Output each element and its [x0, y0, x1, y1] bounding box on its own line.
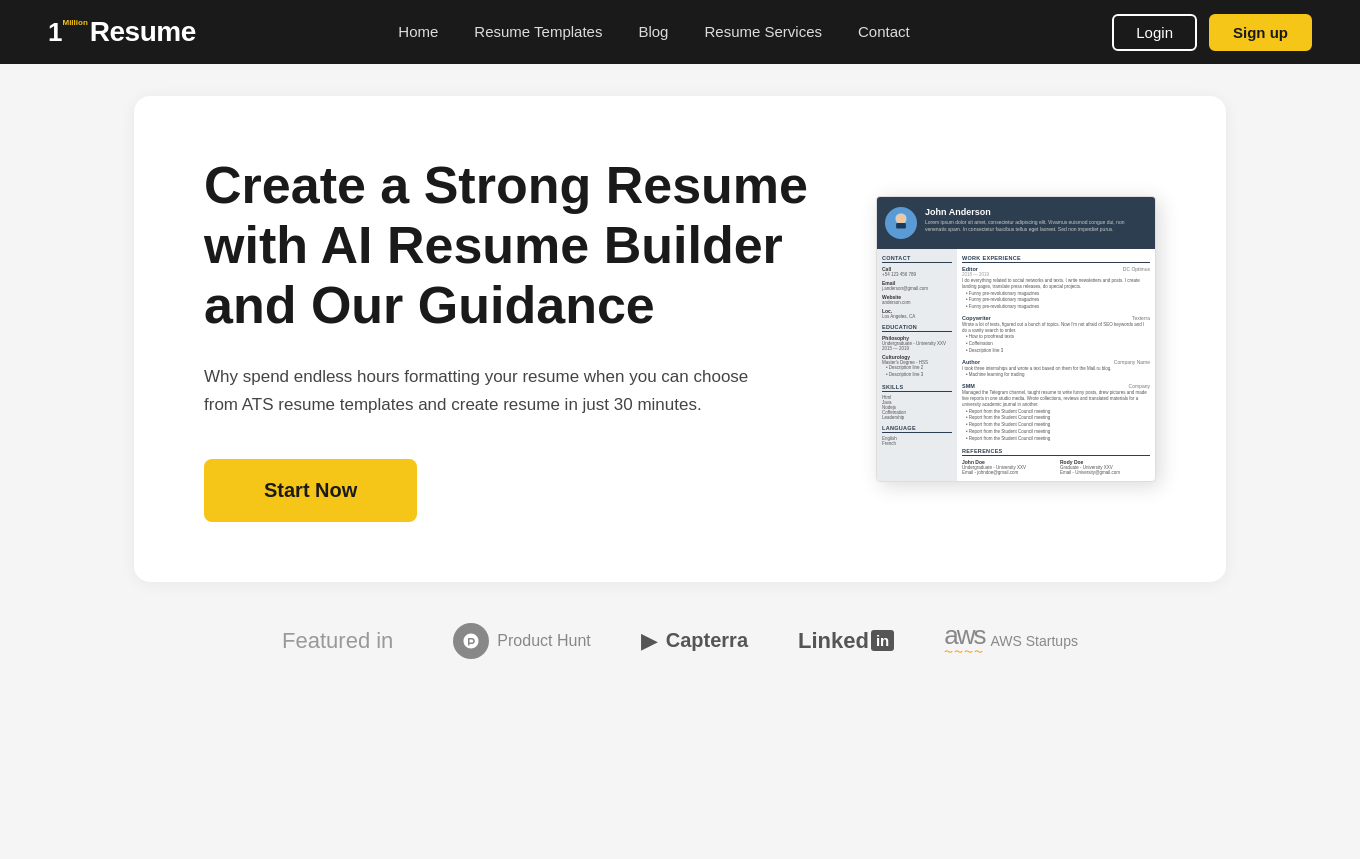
resume-left-column: CONTACT Call +54 123 456 789 Email j.and…: [877, 249, 957, 481]
contact-website: Website anderson.com: [882, 294, 952, 305]
hero-title: Create a Strong Resume with AI Resume Bu…: [204, 156, 836, 335]
nav-actions: Login Sign up: [1112, 14, 1312, 51]
language-section-title: LANGUAGE: [882, 425, 952, 433]
exp-smm: SMM Company Managed the Telegram channel…: [962, 383, 1150, 443]
logo[interactable]: 1 Million Resume: [48, 16, 196, 48]
exp-author: Author Company Name I took three interns…: [962, 359, 1150, 379]
signup-button[interactable]: Sign up: [1209, 14, 1312, 51]
hero-content: Create a Strong Resume with AI Resume Bu…: [204, 156, 836, 522]
resume-right-column: WORK EXPERIENCE Editor DC Optimus 2018 —…: [957, 249, 1155, 481]
resume-tagline: Lorem ipsum dolor sit amet, consectetur …: [925, 219, 1147, 233]
featured-label: Featured in: [282, 628, 393, 654]
nav-services[interactable]: Resume Services: [704, 23, 822, 40]
hero-subtitle: Why spend endless hours formatting your …: [204, 363, 764, 419]
linkedin-logo: Linked in: [798, 628, 894, 654]
capterra-logo: ▶ Capterra: [641, 628, 748, 654]
featured-logos: Product Hunt ▶ Capterra Linked in aws 〜〜…: [453, 622, 1078, 659]
svg-rect-3: [896, 223, 906, 229]
education-section-title: EDUCATION: [882, 324, 952, 332]
work-section-title: WORK EXPERIENCE: [962, 255, 1150, 263]
resume-header: John Anderson Lorem ipsum dolor sit amet…: [877, 197, 1155, 249]
ref-2: Rody Doe Graduate - University XXV Email…: [1060, 459, 1150, 475]
skills-section-title: SKILLS: [882, 384, 952, 392]
ref-1: John Doe Undergraduate - University XXV …: [962, 459, 1052, 475]
producthunt-logo: Product Hunt: [453, 623, 590, 659]
edu-item-1: Philosophy Undergraduate - University XX…: [882, 335, 952, 351]
producthunt-icon: [453, 623, 489, 659]
exp-copywriter: Copywriter Texterra Wrote a lot of texts…: [962, 315, 1150, 355]
resume-body: CONTACT Call +54 123 456 789 Email j.and…: [877, 249, 1155, 481]
skill-leadership: Leadership: [882, 415, 952, 420]
nav-home[interactable]: Home: [398, 23, 438, 40]
nav-templates[interactable]: Resume Templates: [474, 23, 602, 40]
main-wrapper: Create a Strong Resume with AI Resume Bu…: [110, 96, 1250, 582]
logo-number: 1: [48, 17, 62, 48]
edu-item-2: Culturology Master's Degree - HSS Descri…: [882, 354, 952, 379]
capterra-icon: ▶: [641, 628, 658, 654]
start-now-button[interactable]: Start Now: [204, 459, 417, 522]
references-section-title: REFERENCES: [962, 448, 1150, 456]
logo-million: Million: [62, 19, 87, 27]
resume-name: John Anderson: [925, 207, 1147, 217]
navbar: 1 Million Resume Home Resume Templates B…: [0, 0, 1360, 64]
contact-location: Loc. Los Angeles, CA: [882, 308, 952, 319]
resume-card: John Anderson Lorem ipsum dolor sit amet…: [876, 196, 1156, 482]
resume-preview: John Anderson Lorem ipsum dolor sit amet…: [876, 196, 1156, 482]
featured-section: Featured in Product Hunt ▶ Capterra Link…: [110, 622, 1250, 659]
login-button[interactable]: Login: [1112, 14, 1197, 51]
lang-french: French: [882, 441, 952, 446]
contact-email: Email j.anderson@gmail.com: [882, 280, 952, 291]
exp-editor: Editor DC Optimus 2018 — 2019 I do every…: [962, 266, 1150, 311]
nav-contact[interactable]: Contact: [858, 23, 910, 40]
resume-name-block: John Anderson Lorem ipsum dolor sit amet…: [925, 207, 1147, 233]
aws-logo: aws 〜〜〜〜 AWS Startups: [944, 622, 1078, 659]
aws-wave-icon: 〜〜〜〜: [944, 646, 984, 659]
nav-blog[interactable]: Blog: [638, 23, 668, 40]
aws-text: aws: [944, 622, 984, 648]
logo-brand: Resume: [90, 16, 196, 48]
avatar: [885, 207, 917, 239]
svg-point-2: [896, 214, 906, 224]
nav-links: Home Resume Templates Blog Resume Servic…: [398, 23, 909, 41]
aws-startups-text: AWS Startups: [991, 633, 1078, 649]
contact-call: Call +54 123 456 789: [882, 266, 952, 277]
contact-section-title: CONTACT: [882, 255, 952, 263]
hero-card: Create a Strong Resume with AI Resume Bu…: [134, 96, 1226, 582]
